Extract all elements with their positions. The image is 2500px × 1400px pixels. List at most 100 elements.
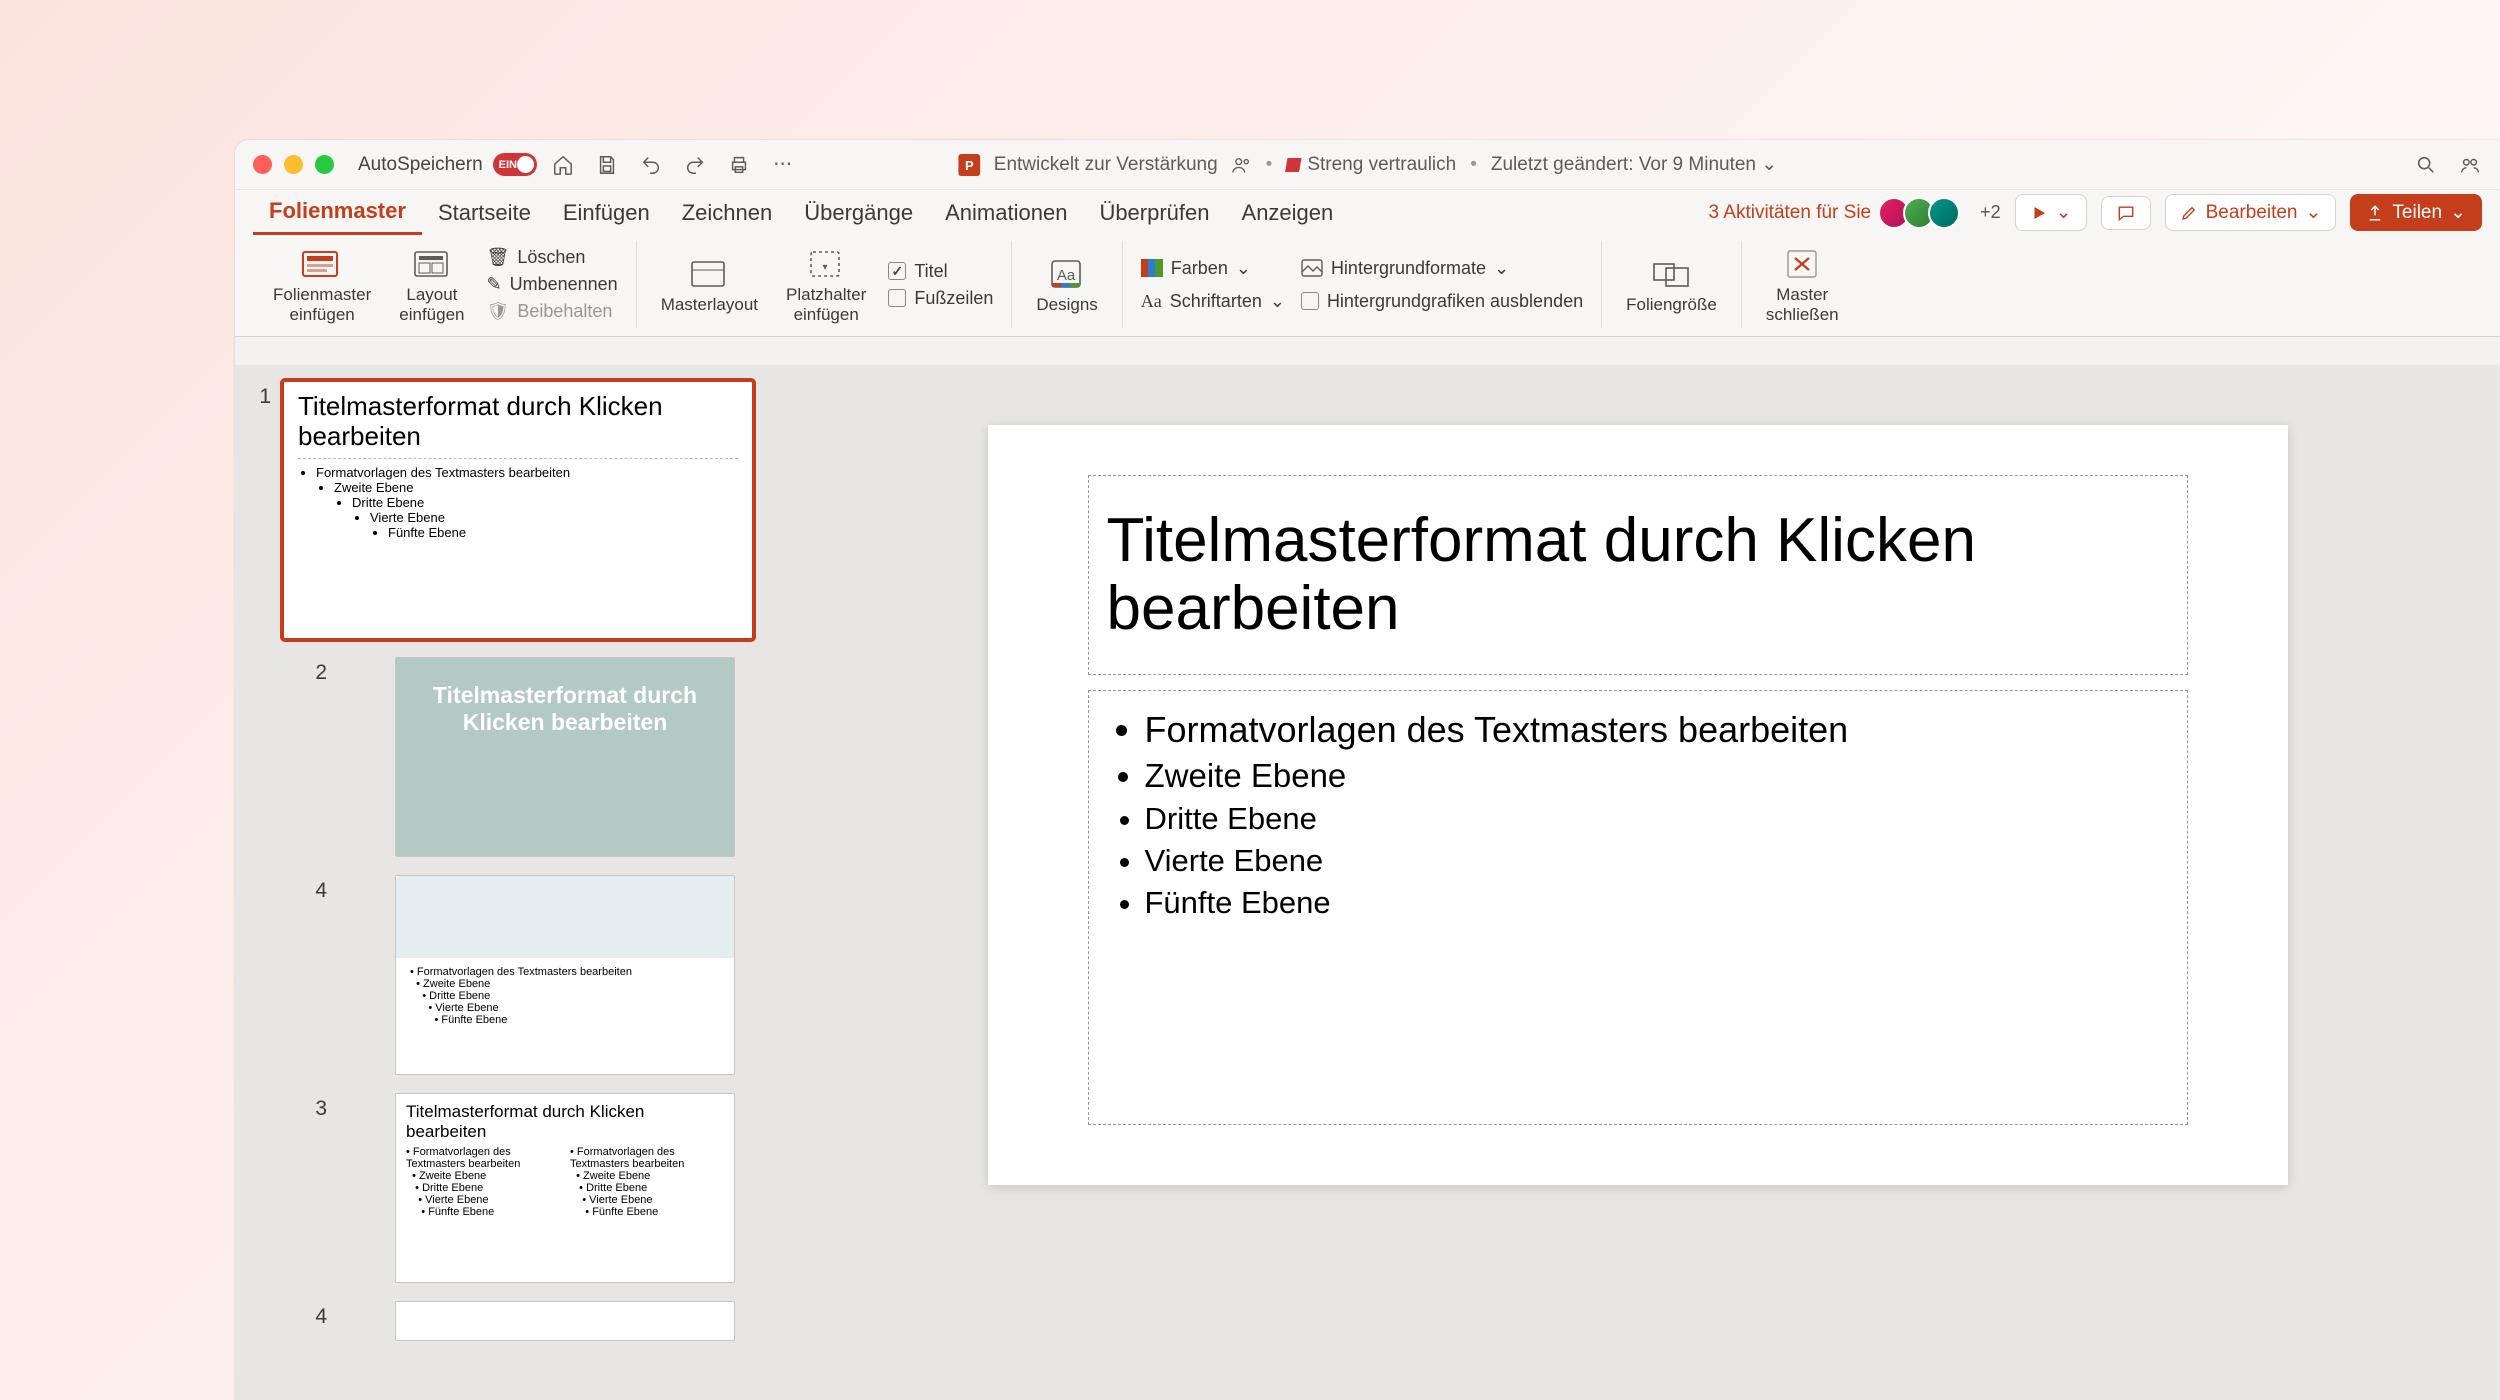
redo-icon[interactable] [683, 153, 707, 177]
slide-canvas-area[interactable]: Titelmasterformat durch Klicken bearbeit… [775, 365, 2500, 1400]
colors-icon [1141, 259, 1163, 277]
tabs-right: 3 Aktivitäten für Sie +2 ⌄ Bearbeiten⌄ T… [1708, 194, 2482, 231]
coauthor-icon[interactable] [2458, 153, 2482, 177]
autosave-toggle[interactable]: EIN [493, 153, 537, 176]
close-window-icon[interactable] [253, 155, 272, 174]
share-people-icon[interactable] [1232, 155, 1252, 175]
presence-avatars[interactable] [1885, 197, 1960, 229]
shield-icon [1285, 158, 1301, 172]
hide-bg-checkbox[interactable]: Hintergrundgrafiken ausblenden [1301, 291, 1583, 312]
fonts-icon: Aa [1141, 291, 1162, 312]
insert-placeholder-button[interactable]: ▾ Platzhalter einfügen [780, 241, 872, 328]
slide-size-icon [1650, 255, 1692, 291]
thumbnail-row: 1 Titelmasterformat durch Klicken bearbe… [245, 381, 765, 639]
title-placeholder[interactable]: Titelmasterformat durch Klicken bearbeit… [1088, 475, 2188, 675]
sensitivity-label[interactable]: Streng vertraulich [1286, 154, 1456, 176]
close-master-button[interactable]: Master schließen [1760, 241, 1845, 328]
preserve-button[interactable]: 🛡Beibehalten [487, 301, 618, 322]
ribbon-group-edit-master: Folienmaster einfügen Layout einfügen 🗑L… [249, 241, 636, 328]
master-edit-stack: 🗑Löschen ✎Umbenennen 🛡Beibehalten [487, 247, 618, 322]
powerpoint-app-icon: P [958, 154, 980, 176]
thumbnail-pane[interactable]: 1 Titelmasterformat durch Klicken bearbe… [235, 365, 775, 1400]
slide-size-button[interactable]: Foliengröße [1620, 251, 1723, 319]
thumbnail-number: 3 [301, 1093, 327, 1283]
avatar-overflow-count[interactable]: +2 [1980, 202, 2001, 223]
fullscreen-window-icon[interactable] [315, 155, 334, 174]
document-title-area: P Entwickelt zur Verstärkung • Streng ve… [958, 153, 1777, 176]
checkbox-icon [888, 262, 906, 280]
autosave-label: AutoSpeichern [358, 154, 483, 176]
present-button[interactable]: ⌄ [2015, 194, 2087, 231]
delete-icon: 🗑 [487, 247, 510, 268]
comments-button[interactable] [2101, 196, 2151, 230]
master-slide[interactable]: Titelmasterformat durch Klicken bearbeit… [988, 425, 2288, 1185]
master-layout-icon [688, 255, 730, 291]
colors-button[interactable]: Farben⌄ [1141, 258, 1285, 279]
thumbnail-row: 2 Titelmasterformat durch Klicken bearbe… [245, 657, 765, 857]
svg-text:▾: ▾ [823, 262, 828, 273]
thumb-body: Formatvorlagen des Textmasters bearbeite… [298, 465, 738, 540]
svg-text:P: P [964, 158, 973, 173]
layout-thumbnail[interactable] [395, 1301, 735, 1341]
autosave-toggle-group: AutoSpeichern EIN [358, 153, 537, 176]
thumb-title: Titelmasterformat durch Klicken bearbeit… [298, 392, 738, 459]
thumbnail-number: 2 [301, 657, 327, 857]
layout-thumbnail[interactable]: Titelmasterformat durch Klicken bearbeit… [395, 657, 735, 857]
chevron-down-icon: ⌄ [1236, 258, 1251, 279]
fonts-button[interactable]: AaSchriftarten⌄ [1141, 291, 1285, 312]
layout-thumbnail[interactable]: • Formatvorlagen des Textmasters bearbei… [395, 875, 735, 1075]
save-icon[interactable] [595, 153, 619, 177]
tab-home[interactable]: Startseite [422, 192, 547, 234]
background-stack: Hintergrundformate⌄ Hintergrundgrafiken … [1301, 258, 1583, 312]
chevron-down-icon: ⌄ [2450, 201, 2466, 224]
ribbon: Folienmaster einfügen Layout einfügen 🗑L… [235, 235, 2500, 337]
master-slide-thumbnail[interactable]: Titelmasterformat durch Klicken bearbeit… [283, 381, 753, 639]
thumbnail-number: 4 [301, 875, 327, 1075]
master-layout-button[interactable]: Masterlayout [655, 251, 764, 319]
separator-dot: • [1470, 154, 1477, 176]
separator-dot: • [1266, 154, 1273, 176]
thumbnail-number: 1 [245, 381, 271, 639]
activities-link[interactable]: 3 Aktivitäten für Sie [1708, 202, 1871, 224]
checkbox-icon [1301, 292, 1319, 310]
colors-fonts-stack: Farben⌄ AaSchriftarten⌄ [1141, 258, 1285, 312]
footers-checkbox[interactable]: Fußzeilen [888, 288, 993, 309]
tab-draw[interactable]: Zeichnen [666, 192, 789, 234]
insert-layout-button[interactable]: Layout einfügen [393, 241, 470, 328]
chevron-down-icon: ⌄ [2056, 201, 2072, 224]
delete-button[interactable]: 🗑Löschen [487, 247, 618, 268]
home-icon[interactable] [551, 153, 575, 177]
insert-slidemaster-button[interactable]: Folienmaster einfügen [267, 241, 377, 328]
bg-styles-icon [1301, 259, 1323, 277]
tab-review[interactable]: Überprüfen [1083, 192, 1225, 234]
quick-access-toolbar: ⋯ [551, 153, 795, 177]
tab-transitions[interactable]: Übergänge [788, 192, 929, 234]
document-title[interactable]: Entwickelt zur Verstärkung [994, 154, 1218, 176]
designs-button[interactable]: Aa Designs [1030, 251, 1103, 319]
print-icon[interactable] [727, 153, 751, 177]
body-placeholder[interactable]: Formatvorlagen des Textmasters bearbeite… [1088, 690, 2188, 1125]
edit-button[interactable]: Bearbeiten⌄ [2165, 194, 2337, 231]
avatar[interactable] [1928, 197, 1960, 229]
tab-animations[interactable]: Animationen [929, 192, 1083, 234]
tab-view[interactable]: Anzeigen [1226, 192, 1350, 234]
thumb-two-col: • Formatvorlagen des Textmasters bearbei… [406, 1146, 724, 1218]
workspace: 1 Titelmasterformat durch Klicken bearbe… [235, 365, 2500, 1400]
layout-thumbnail[interactable]: Titelmasterformat durch Klicken bearbeit… [395, 1093, 735, 1283]
ribbon-group-size: Foliengröße [1601, 241, 1741, 328]
more-icon[interactable]: ⋯ [771, 153, 795, 177]
undo-icon[interactable] [639, 153, 663, 177]
ribbon-group-close: Master schließen [1741, 241, 1863, 328]
tab-insert[interactable]: Einfügen [547, 192, 666, 234]
thumb-body: • Formatvorlagen des Textmasters bearbei… [396, 958, 734, 1074]
last-modified[interactable]: Zuletzt geändert: Vor 9 Minuten ⌄ [1491, 153, 1777, 176]
title-checkbox[interactable]: Titel [888, 261, 993, 282]
chevron-down-icon: ⌄ [1761, 154, 1777, 175]
rename-button[interactable]: ✎Umbenennen [487, 274, 618, 295]
search-icon[interactable] [2414, 153, 2438, 177]
share-button[interactable]: Teilen⌄ [2350, 194, 2482, 231]
minimize-window-icon[interactable] [284, 155, 303, 174]
bg-styles-button[interactable]: Hintergrundformate⌄ [1301, 258, 1583, 279]
tab-slidemaster[interactable]: Folienmaster [253, 190, 422, 235]
thumbnail-row: 4 [245, 1301, 765, 1341]
